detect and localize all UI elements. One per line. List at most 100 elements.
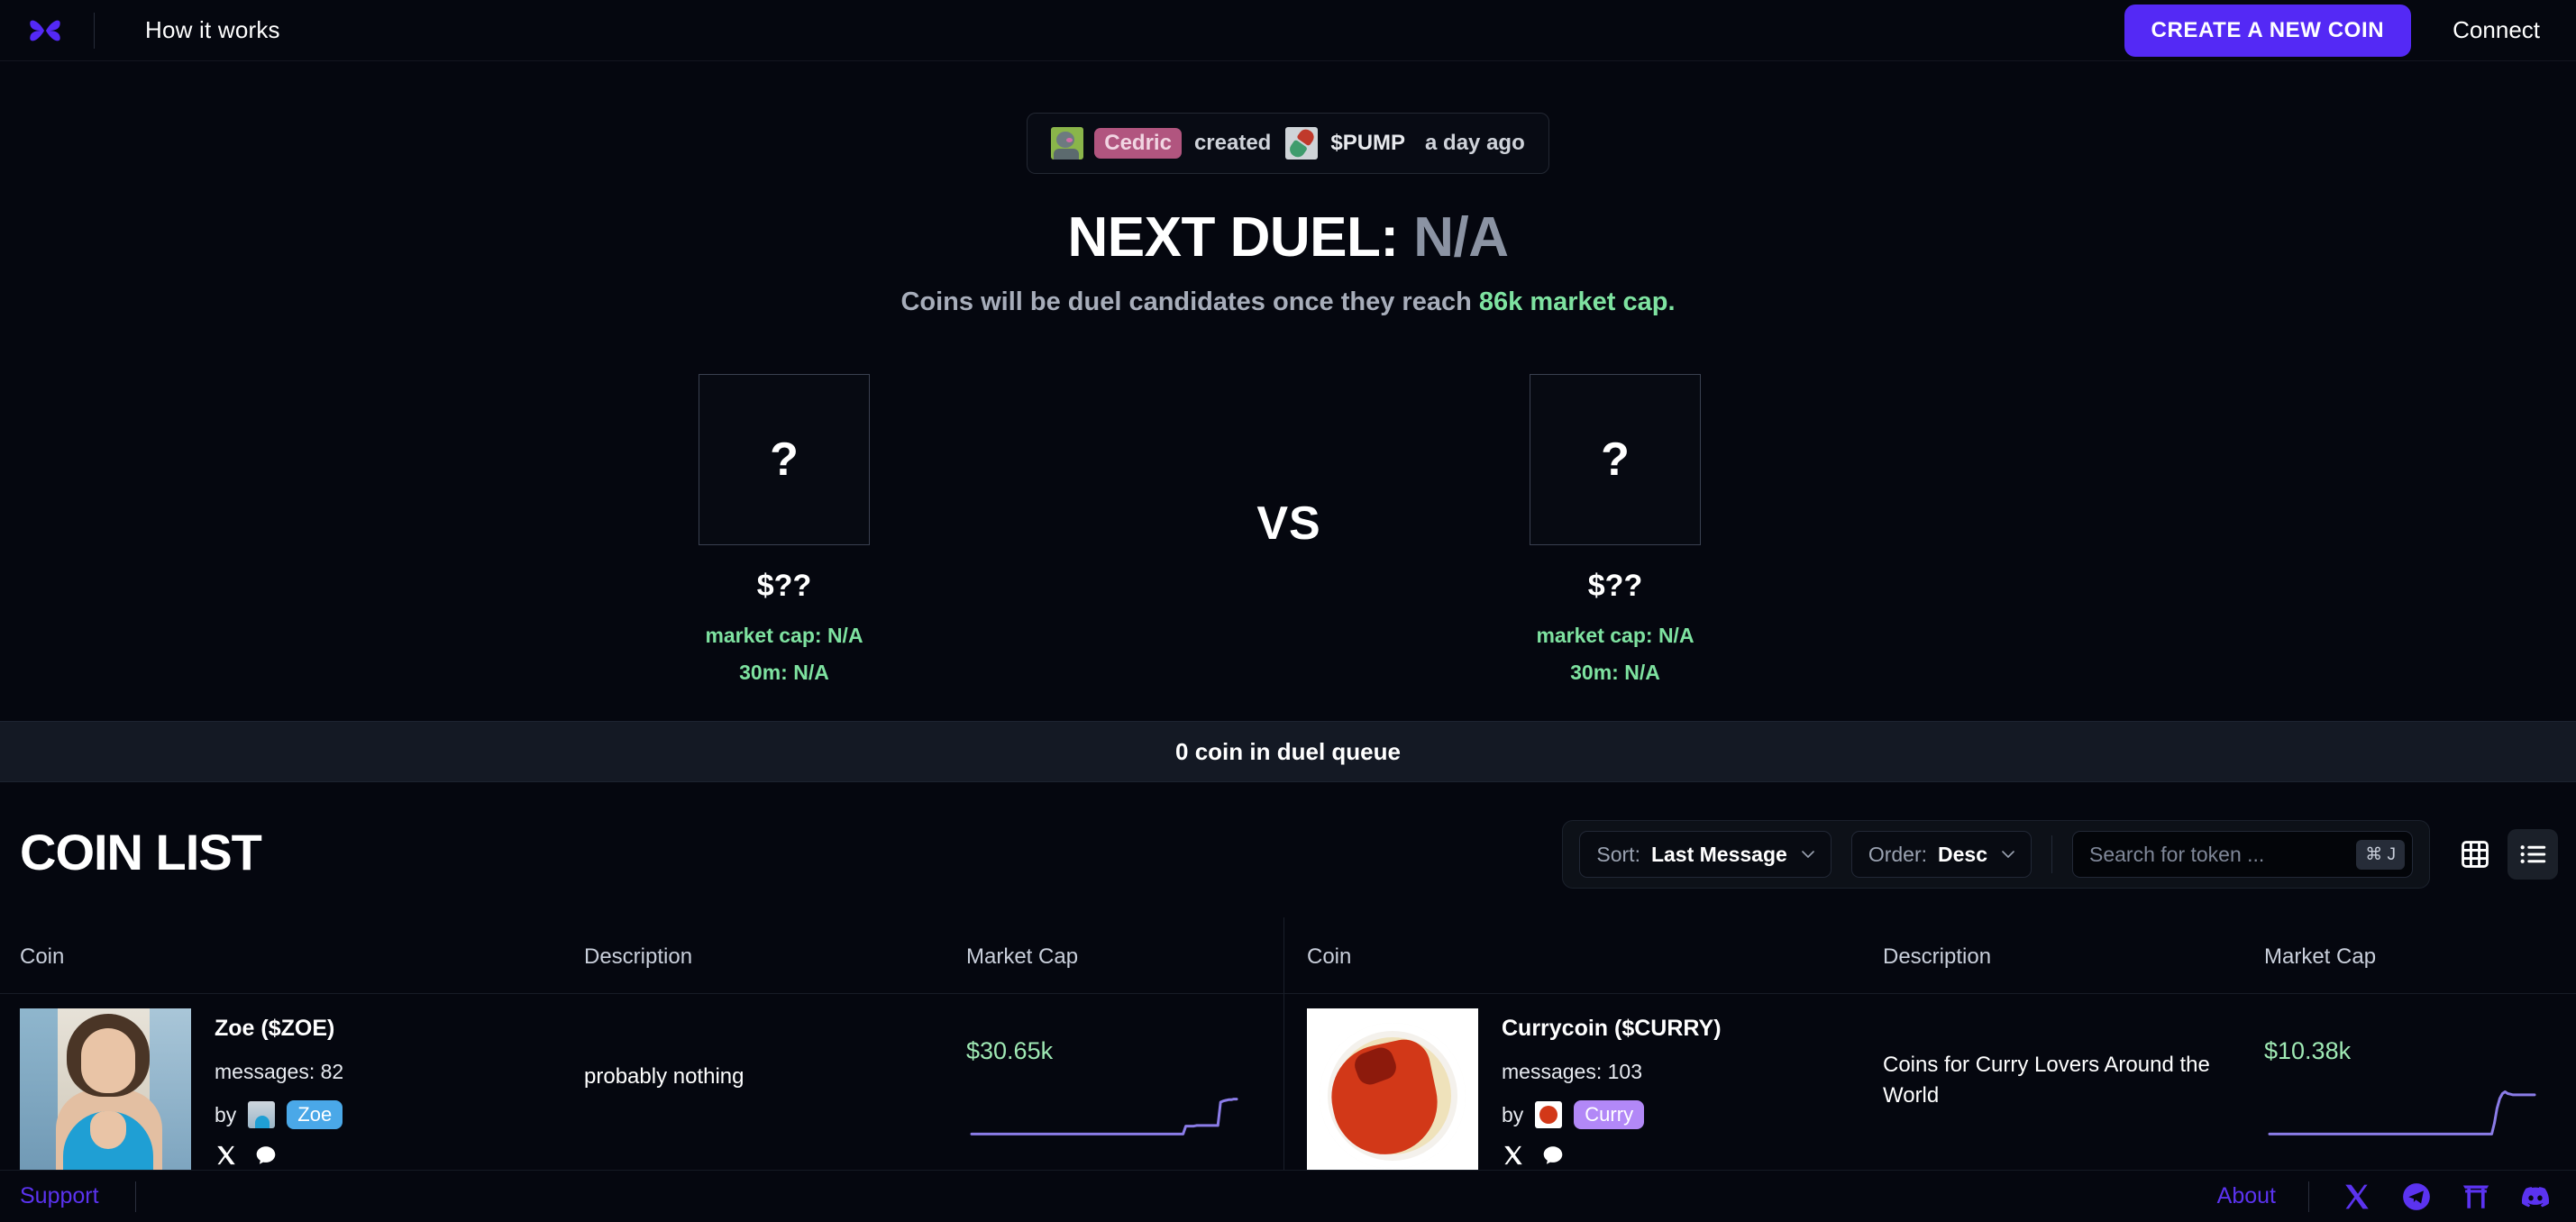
coin-creator: by Zoe (215, 1100, 343, 1129)
sort-value: Last Message (1650, 842, 1787, 866)
footer-divider (134, 1181, 136, 1212)
coin-info: Currycoin ($CURRY) messages: 103 by Curr… (1502, 1008, 1722, 1167)
table-header-row: Coin Description Market Cap Coin Descrip… (0, 917, 2576, 994)
nav-divider (94, 12, 95, 49)
coin-market-cap-cell: $30.65k (966, 1037, 1264, 1150)
coin-list-header: COIN LIST Sort: Last Message Order: Desc (0, 807, 2576, 915)
footer-divider (2308, 1181, 2309, 1212)
ticker-timestamp: a day ago (1425, 131, 1525, 155)
duel-price-right: $?? (1587, 569, 1643, 603)
coin-list-table: Coin Description Market Cap Coin Descrip… (0, 917, 2576, 1180)
footer-support-link[interactable]: Support (20, 1183, 99, 1209)
coin-list-controls: Sort: Last Message Order: Desc Search fo… (1562, 820, 2558, 889)
ticker-coin-symbol[interactable]: $PUMP (1330, 131, 1405, 156)
duel-placeholder-box-left: ? (699, 374, 870, 545)
coin-social-links (215, 1144, 343, 1167)
duel-market-cap-left: market cap: N/A (705, 624, 863, 647)
search-input[interactable]: Search for token ... ⌘ J (2072, 831, 2413, 878)
ticker-row: Cedric created $PUMP a day ago (0, 113, 2576, 174)
subtitle-prefix: Coins will be duel candidates once they … (900, 287, 1472, 316)
search-placeholder: Search for token ... (2089, 842, 2265, 866)
coin-name[interactable]: Zoe ($ZOE) (215, 1016, 343, 1042)
brand-logo[interactable] (0, 11, 90, 50)
creator-avatar (1051, 127, 1084, 160)
question-mark-icon: ? (1601, 433, 1630, 486)
coin-description: Coins for Curry Lovers Around the World (1883, 1053, 2210, 1108)
versus-label: VS (1256, 497, 1321, 550)
connect-wallet-button[interactable]: Connect (2453, 16, 2540, 44)
list-view-icon (2520, 845, 2546, 863)
duel-card-left[interactable]: ? $?? market cap: N/A 30m: N/A (577, 374, 991, 685)
list-item[interactable]: Currycoin ($CURRY) messages: 103 by Curr… (1307, 1008, 1722, 1180)
chat-icon[interactable] (254, 1144, 278, 1167)
controls-divider (2051, 835, 2052, 873)
next-duel-title-prefix: NEXT DUEL: (1067, 206, 1399, 269)
create-new-coin-button[interactable]: CREATE A NEW COIN (2124, 4, 2412, 57)
coin-market-cap-value: $10.38k (2264, 1037, 2352, 1064)
market-cap-sparkline (2268, 1090, 2536, 1135)
filter-panel: Sort: Last Message Order: Desc Search fo… (1562, 820, 2430, 889)
duel-30m-right: 30m: N/A (1570, 661, 1660, 684)
x-icon[interactable] (2342, 1181, 2372, 1212)
coin-creator: by Curry (1502, 1100, 1722, 1129)
next-duel-subtitle: Coins will be duel candidates once they … (0, 287, 2576, 317)
coin-market-cap-value: $30.65k (966, 1037, 1054, 1064)
duel-cards-area: ? $?? market cap: N/A 30m: N/A VS ? $?? … (0, 374, 2576, 684)
duel-queue-bar: 0 coin in duel queue (0, 721, 2576, 782)
top-navigation-bar: How it works CREATE A NEW COIN Connect (0, 0, 2576, 61)
question-mark-icon: ? (770, 433, 799, 486)
butterfly-logo-icon (30, 20, 60, 41)
nav-right-group: CREATE A NEW COIN Connect (2124, 4, 2576, 57)
x-icon[interactable] (215, 1144, 238, 1167)
coin-image-zoe (20, 1008, 191, 1180)
ticker-creator-name[interactable]: Cedric (1094, 128, 1182, 159)
duel-queue-count-label: 0 coin in duel queue (1175, 737, 1401, 765)
chevron-down-icon (1802, 851, 1814, 858)
page-title: COIN LIST (20, 824, 262, 880)
order-value: Desc (1938, 842, 1987, 866)
order-select[interactable]: Order: Desc (1850, 831, 2032, 878)
column-header-description-left: Description (584, 944, 693, 969)
creator-name-badge[interactable]: Zoe (287, 1100, 343, 1129)
sort-select[interactable]: Sort: Last Message (1579, 831, 1832, 878)
next-duel-title-value: N/A (1413, 206, 1509, 269)
app-root: How it works CREATE A NEW COIN Connect C… (0, 0, 2576, 1222)
market-cap-sparkline (970, 1098, 1238, 1135)
duel-placeholder-box-right: ? (1530, 374, 1701, 545)
footer-about-link[interactable]: About (2217, 1183, 2276, 1209)
duel-market-cap-right: market cap: N/A (1536, 624, 1694, 647)
activity-ticker-banner[interactable]: Cedric created $PUMP a day ago (1027, 113, 1549, 174)
grid-view-button[interactable] (2450, 829, 2500, 880)
order-label: Order: (1868, 842, 1928, 866)
x-icon[interactable] (1502, 1144, 1525, 1167)
creator-name-badge[interactable]: Curry (1574, 1100, 1645, 1129)
footer-bar: Support About (0, 1170, 2576, 1222)
search-shortcut-badge: ⌘ J (2356, 839, 2405, 870)
creator-avatar-zoe (248, 1101, 276, 1128)
ticker-verb: created (1193, 131, 1272, 155)
column-header-coin-right: Coin (1307, 944, 1352, 969)
view-toggle-group (2450, 829, 2558, 880)
telegram-icon[interactable] (2401, 1181, 2432, 1212)
column-header-coin-left: Coin (20, 944, 65, 969)
list-view-button[interactable] (2507, 829, 2558, 880)
duel-price-left: $?? (756, 569, 812, 603)
coin-social-links (1502, 1144, 1722, 1167)
discord-icon[interactable] (2520, 1181, 2551, 1212)
duel-card-right[interactable]: ? $?? market cap: N/A 30m: N/A (1408, 374, 1822, 685)
table-row: Zoe ($ZOE) messages: 82 by Zoe probably … (0, 994, 2576, 1180)
list-item[interactable]: Zoe ($ZOE) messages: 82 by Zoe (20, 1008, 343, 1180)
nav-how-it-works[interactable]: How it works (145, 16, 280, 44)
pill-coin-image (1285, 127, 1319, 160)
by-label: by (215, 1102, 237, 1126)
creator-avatar-curry (1535, 1101, 1563, 1128)
coin-info: Zoe ($ZOE) messages: 82 by Zoe (215, 1008, 343, 1167)
duel-30m-left: 30m: N/A (739, 661, 829, 684)
next-duel-hero: NEXT DUEL: N/A Coins will be duel candid… (0, 205, 2576, 317)
by-label: by (1502, 1102, 1524, 1126)
coin-market-cap-cell: $10.38k (2264, 1037, 2562, 1150)
torii-gate-icon[interactable] (2461, 1181, 2491, 1212)
sort-label: Sort: (1596, 842, 1640, 866)
chat-icon[interactable] (1541, 1144, 1565, 1167)
coin-name[interactable]: Currycoin ($CURRY) (1502, 1016, 1722, 1042)
